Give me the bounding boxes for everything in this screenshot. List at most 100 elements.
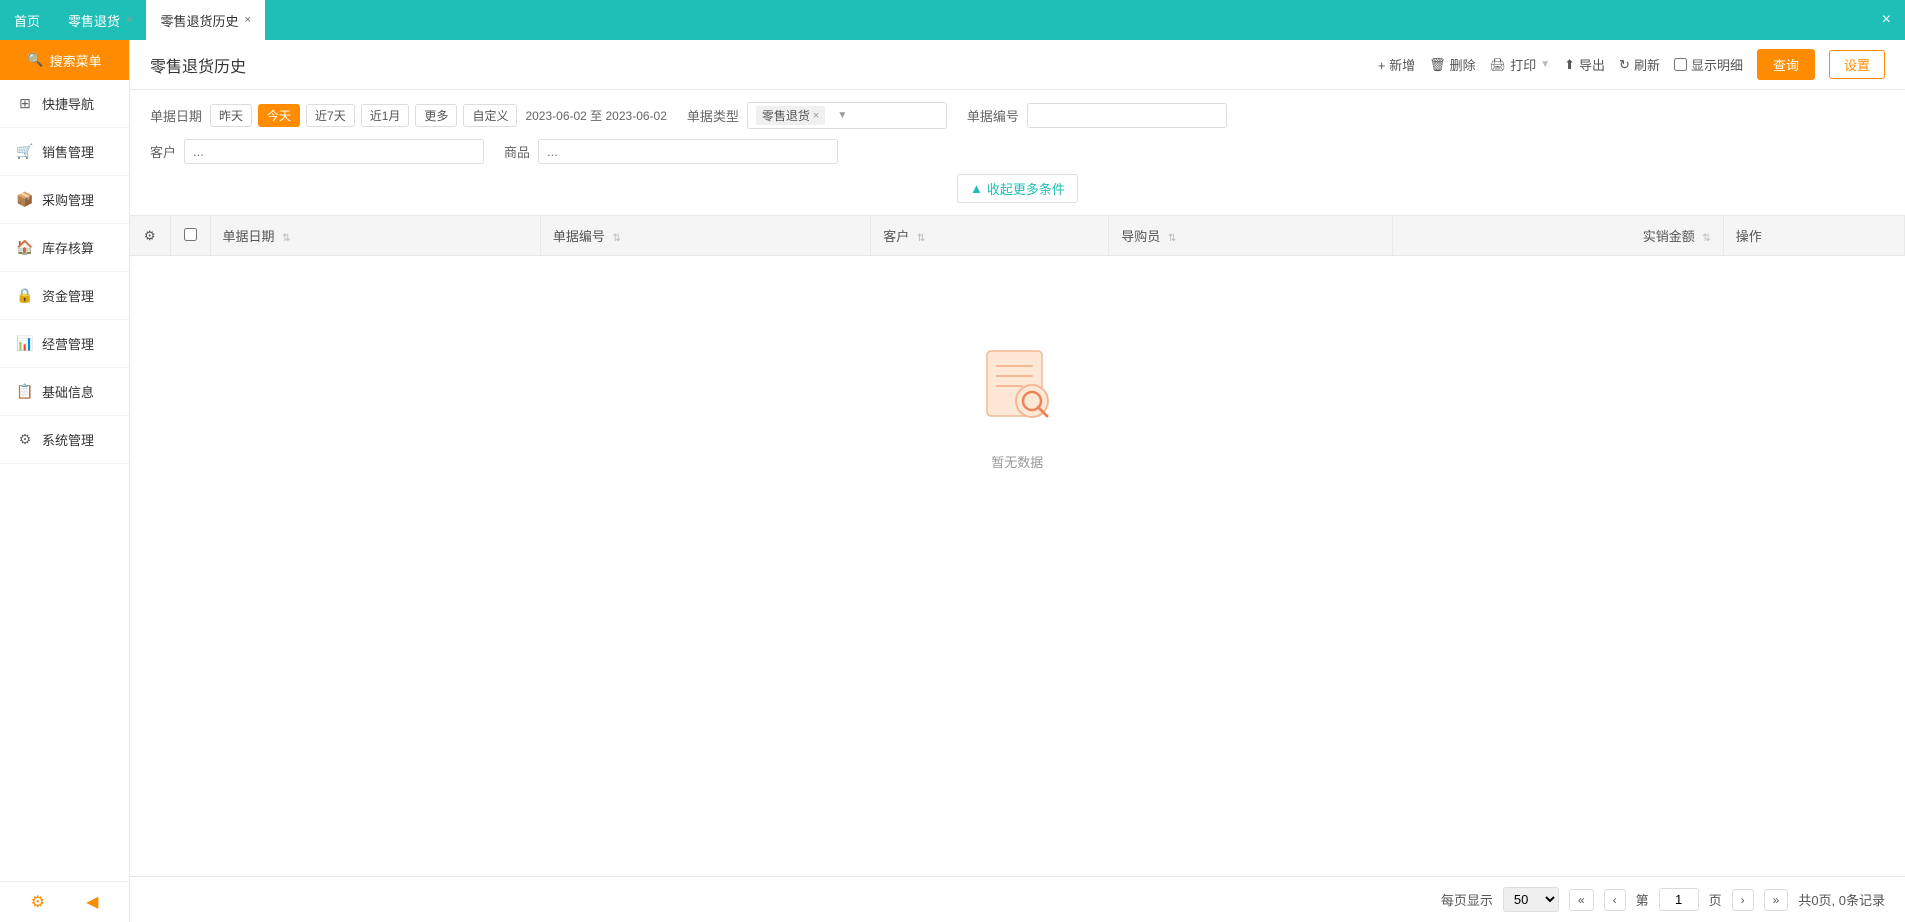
filter-row-1: 单据日期 昨天 今天 近7天 近1月 更多 自定义 2023-06-02 至 2… xyxy=(150,102,1885,129)
page-header: 零售退货历史 + 新增 🗑 删除 🖨 打印 ▼ ⬆ 导出 xyxy=(130,40,1905,90)
finance-icon: 🔒 xyxy=(16,287,34,305)
date-btn-yesterday[interactable]: 昨天 xyxy=(210,104,252,127)
doc-number-filter: 单据编号 xyxy=(967,103,1227,128)
operations-icon: 📊 xyxy=(16,335,34,353)
collapse-button[interactable]: ▲ 收起更多条件 xyxy=(957,174,1078,203)
total-text: 共0页, 0条记录 xyxy=(1798,890,1885,909)
sidebar-item-system[interactable]: ⚙ 系统管理 xyxy=(0,416,129,464)
sort-doc-date-icon: ⇅ xyxy=(282,233,290,244)
empty-state-row: 暂无数据 xyxy=(130,256,1905,552)
doc-type-input[interactable]: 零售退货 × ▼ xyxy=(747,102,947,129)
date-btn-1month[interactable]: 近1月 xyxy=(361,104,410,127)
show-detail-checkbox[interactable] xyxy=(1674,58,1687,71)
customer-filter: 客户 xyxy=(150,139,484,164)
sort-doc-number-icon: ⇅ xyxy=(613,233,621,244)
sidebar-item-purchase-mgmt[interactable]: 📦 采购管理 xyxy=(0,176,129,224)
goods-input[interactable] xyxy=(538,139,838,164)
doc-type-dropdown-icon: ▼ xyxy=(837,110,847,121)
pagination: 每页显示 20 50 100 « ‹ 第 页 › » 共0页, 0条记录 xyxy=(130,876,1905,922)
date-btn-7days[interactable]: 近7天 xyxy=(306,104,355,127)
sidebar-search[interactable]: 🔍 搜索菜单 xyxy=(0,40,129,80)
purchase-mgmt-icon: 📦 xyxy=(16,191,34,209)
content-area: 零售退货历史 + 新增 🗑 删除 🖨 打印 ▼ ⬆ 导出 xyxy=(130,40,1905,922)
doc-number-input[interactable] xyxy=(1027,103,1227,128)
show-detail-checkbox-label[interactable]: 显示明细 xyxy=(1674,55,1743,74)
th-guide[interactable]: 导购员 ⇅ xyxy=(1109,216,1393,256)
doc-number-label: 单据编号 xyxy=(967,106,1019,125)
delete-button[interactable]: 🗑 删除 xyxy=(1429,55,1476,74)
print-button[interactable]: 🖨 打印 ▼ xyxy=(1490,55,1550,74)
th-doc-number[interactable]: 单据编号 ⇅ xyxy=(540,216,870,256)
quick-nav-icon: ⊞ xyxy=(16,95,34,113)
data-table: ⚙ 单据日期 ⇅ 单据编号 ⇅ xyxy=(130,216,1905,551)
sort-amount-icon: ⇅ xyxy=(1702,233,1710,244)
table-container: ⚙ 单据日期 ⇅ 单据编号 ⇅ xyxy=(130,216,1905,876)
page-first-button[interactable]: « xyxy=(1569,889,1594,911)
date-btn-more[interactable]: 更多 xyxy=(415,104,457,127)
empty-state: 暂无数据 xyxy=(130,256,1905,551)
empty-icon xyxy=(967,336,1067,436)
refresh-button[interactable]: ↻ 刷新 xyxy=(1619,55,1660,74)
th-amount[interactable]: 实销金额 ⇅ xyxy=(1393,216,1723,256)
date-btn-today[interactable]: 今天 xyxy=(258,104,300,127)
query-button[interactable]: 查询 xyxy=(1757,49,1815,80)
sidebar-search-label: 搜索菜单 xyxy=(50,51,102,70)
export-icon: ⬆ xyxy=(1564,57,1575,73)
sidebar-item-sales-mgmt[interactable]: 🛒 销售管理 xyxy=(0,128,129,176)
delete-icon: 🗑 xyxy=(1429,57,1446,73)
new-button[interactable]: + 新增 xyxy=(1378,55,1415,74)
page-number-input[interactable] xyxy=(1659,888,1699,911)
app-close-button[interactable]: × xyxy=(1882,11,1891,29)
table-header-row: ⚙ 单据日期 ⇅ 单据编号 ⇅ xyxy=(130,216,1905,256)
tab-retail-return[interactable]: 零售退货 × xyxy=(54,0,146,40)
page-prev-button[interactable]: ‹ xyxy=(1604,889,1626,911)
goods-filter: 商品 xyxy=(504,139,838,164)
th-doc-date[interactable]: 单据日期 ⇅ xyxy=(210,216,540,256)
export-button[interactable]: ⬆ 导出 xyxy=(1564,55,1605,74)
page-last-button[interactable]: » xyxy=(1764,889,1789,911)
close-tab-retail-return[interactable]: × xyxy=(126,14,132,26)
setting-button[interactable]: 设置 xyxy=(1829,50,1885,79)
sidebar-item-operations[interactable]: 📊 经营管理 xyxy=(0,320,129,368)
th-action: 操作 xyxy=(1723,216,1904,256)
table-body: 暂无数据 xyxy=(130,256,1905,552)
top-bar-right: × xyxy=(1882,11,1905,29)
date-filter-label: 单据日期 xyxy=(150,106,202,125)
date-range-display: 2023-06-02 至 2023-06-02 xyxy=(525,107,666,124)
sidebar-item-basic-info[interactable]: 📋 基础信息 xyxy=(0,368,129,416)
date-filter: 单据日期 昨天 今天 近7天 近1月 更多 自定义 2023-06-02 至 2… xyxy=(150,104,667,127)
select-all-checkbox[interactable] xyxy=(184,228,197,241)
tab-retail-return-history[interactable]: 零售退货历史 × xyxy=(146,0,264,40)
empty-text: 暂无数据 xyxy=(991,452,1043,471)
settings-bottom-icon[interactable]: ⚙ xyxy=(31,892,45,912)
sort-customer-icon: ⇅ xyxy=(917,233,925,244)
th-checkbox xyxy=(170,216,210,256)
customer-filter-label: 客户 xyxy=(150,142,176,161)
customer-input[interactable] xyxy=(184,139,484,164)
sort-guide-icon: ⇅ xyxy=(1168,233,1176,244)
page-title: 零售退货历史 xyxy=(150,53,246,77)
tab-home[interactable]: 首页 xyxy=(0,0,54,40)
close-tab-retail-return-history[interactable]: × xyxy=(244,14,250,26)
page-size-select[interactable]: 20 50 100 xyxy=(1503,887,1559,912)
inventory-icon: 🏠 xyxy=(16,239,34,257)
date-filter-options: 昨天 今天 近7天 近1月 更多 自定义 xyxy=(210,104,517,127)
sidebar-item-finance[interactable]: 🔒 资金管理 xyxy=(0,272,129,320)
sidebar-item-quick-nav[interactable]: ⊞ 快捷导航 xyxy=(0,80,129,128)
th-settings[interactable]: ⚙ xyxy=(130,216,170,256)
collapse-icon: ▲ xyxy=(970,181,983,196)
filter-row-2: 客户 商品 xyxy=(150,139,1885,164)
page-next-button[interactable]: › xyxy=(1732,889,1754,911)
sidebar: 🔍 搜索菜单 ⊞ 快捷导航 🛒 销售管理 📦 采购管理 🏠 库存核算 🔒 资金管… xyxy=(0,40,130,922)
sidebar-item-inventory[interactable]: 🏠 库存核算 xyxy=(0,224,129,272)
date-btn-custom[interactable]: 自定义 xyxy=(463,104,517,127)
collapse-row: ▲ 收起更多条件 xyxy=(150,174,1885,203)
th-customer[interactable]: 客户 ⇅ xyxy=(871,216,1109,256)
page-label: 第 xyxy=(1636,890,1649,909)
refresh-icon: ↻ xyxy=(1619,57,1630,73)
print-icon: 🖨 xyxy=(1490,57,1507,73)
sales-mgmt-icon: 🛒 xyxy=(16,143,34,161)
collapse-sidebar-icon[interactable]: ◀ xyxy=(86,892,98,912)
filter-section: 单据日期 昨天 今天 近7天 近1月 更多 自定义 2023-06-02 至 2… xyxy=(130,90,1905,216)
doc-type-tag-close[interactable]: × xyxy=(813,110,819,122)
